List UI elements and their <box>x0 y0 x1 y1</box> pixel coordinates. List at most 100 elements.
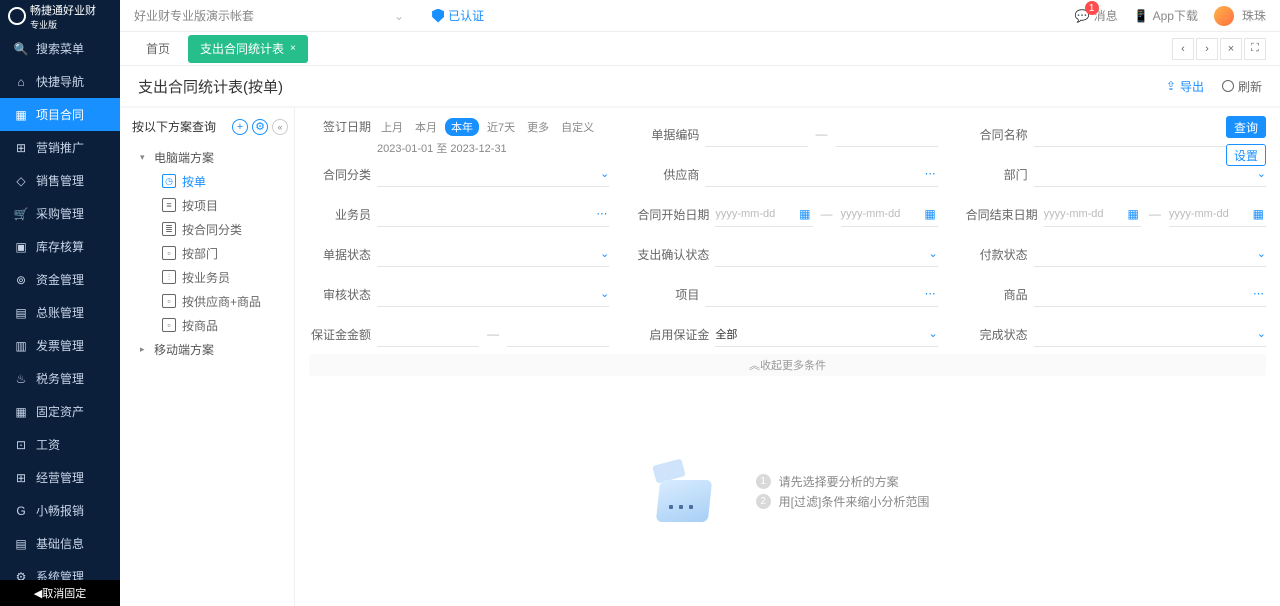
fullscreen-button[interactable]: ⛶ <box>1244 38 1266 60</box>
tree-item-bysupplierprod[interactable]: ▫按供应商+商品 <box>132 289 288 313</box>
doc-no-to-input[interactable] <box>836 121 938 147</box>
grid-icon: ▦ <box>14 108 28 122</box>
sidebar-item-marketing[interactable]: ⊞营销推广 <box>0 131 120 164</box>
refresh-button[interactable]: 刷新 <box>1222 78 1262 95</box>
sidebar-item-invoice[interactable]: ▥发票管理 <box>0 329 120 362</box>
chevron-down-icon: ⌄ <box>1257 247 1266 260</box>
start-date-from-input[interactable]: yyyy-mm-dd▦ <box>715 201 812 227</box>
tree-item-label: 按部门 <box>182 245 218 262</box>
query-button[interactable]: 查询 <box>1226 116 1266 138</box>
tab-next-button[interactable]: › <box>1196 38 1218 60</box>
tree-item-byproduct[interactable]: ▫按商品 <box>132 313 288 337</box>
field-label: 支出确认状态 <box>637 246 715 263</box>
field-label: 合同分类 <box>309 166 377 183</box>
sidebar-item-search[interactable]: 🔍搜索菜单 <box>0 32 120 65</box>
date-opt-more[interactable]: 更多 <box>523 118 553 136</box>
product-select[interactable]: ⋯ <box>1034 281 1266 307</box>
doc-no-from-input[interactable] <box>705 121 807 147</box>
sidebar-footer-label: 取消固定 <box>42 585 86 601</box>
date-quick-options: 上月 本月 本年 近7天 更多 自定义 2023-01-01 至 2023-12… <box>377 118 609 156</box>
date-opt-thismonth[interactable]: 本月 <box>411 118 441 136</box>
tip-text: 用[过滤]条件来缩小分析范围 <box>779 493 930 510</box>
sidebar-item-fixedasset[interactable]: ▦固定资产 <box>0 395 120 428</box>
sidebar-item-tax[interactable]: ♨税务管理 <box>0 362 120 395</box>
sidebar-item-label: 营销推广 <box>36 139 84 156</box>
supplier-select[interactable]: ⋯ <box>705 161 937 187</box>
tab-label: 支出合同统计表 <box>200 40 284 57</box>
date-range-display: 2023-01-01 至 2023-12-31 <box>377 140 609 156</box>
salesman-select[interactable]: ⋯ <box>377 201 609 227</box>
chevron-down-icon: ⌄ <box>1257 327 1266 340</box>
pay-status-select[interactable]: ⌄ <box>1034 241 1266 267</box>
tree-item-byproject[interactable]: ≡按项目 <box>132 193 288 217</box>
collapse-panel-button[interactable]: « <box>272 119 288 135</box>
doc-status-select[interactable]: ⌄ <box>377 241 609 267</box>
tab-prev-button[interactable]: ‹ <box>1172 38 1194 60</box>
sidebar-item-baseinfo[interactable]: ▤基础信息 <box>0 527 120 560</box>
start-date-to-input[interactable]: yyyy-mm-dd▦ <box>841 201 938 227</box>
sidebar-item-salary[interactable]: ⊡工资 <box>0 428 120 461</box>
settings-button[interactable]: 设置 <box>1226 144 1266 166</box>
tree-item-label: 按项目 <box>182 197 218 214</box>
tab-home[interactable]: 首页 <box>134 35 182 63</box>
export-button[interactable]: ⇪ 导出 <box>1166 78 1204 95</box>
end-date-to-input[interactable]: yyyy-mm-dd▦ <box>1169 201 1266 227</box>
sidebar-item-expense[interactable]: G小畅报销 <box>0 494 120 527</box>
query-form: 查询 设置 签订日期 上月 本月 本年 近7天 <box>295 108 1280 606</box>
sidebar-item-quick[interactable]: ⌂快捷导航 <box>0 65 120 98</box>
tree-group-pc[interactable]: ▾电脑端方案 <box>132 145 288 169</box>
end-date-from-input[interactable]: yyyy-mm-dd▦ <box>1044 201 1141 227</box>
collapse-conditions-button[interactable]: ︽ 收起更多条件 <box>309 354 1266 376</box>
tab-close-button[interactable]: × <box>1220 38 1242 60</box>
settings-scheme-button[interactable]: ⚙ <box>252 119 268 135</box>
account-selector[interactable]: 好业财专业版演示帐套 <box>134 7 254 24</box>
sidebar-item-purchase[interactable]: 🛒采购管理 <box>0 197 120 230</box>
messages-button[interactable]: 💬 1 消息 <box>1075 7 1118 24</box>
sidebar-item-ledger[interactable]: ▤总账管理 <box>0 296 120 329</box>
sidebar-item-inventory[interactable]: ▣库存核算 <box>0 230 120 263</box>
confirm-status-select[interactable]: ⌄ <box>715 241 937 267</box>
filter-panel: 按以下方案查询 + ⚙ « ▾电脑端方案 ◷按单 ≡按项目 ≣按合同分类 ▫按部… <box>120 108 295 606</box>
app-edition: 专业版 <box>30 18 96 31</box>
square-icon: ▫ <box>162 318 176 332</box>
sidebar-item-operation[interactable]: ⊞经营管理 <box>0 461 120 494</box>
tip-row: 1 请先选择要分析的方案 <box>756 473 930 490</box>
deposit-from-input[interactable] <box>377 321 479 347</box>
date-opt-last7[interactable]: 近7天 <box>483 118 519 136</box>
sidebar-item-funds[interactable]: ⊚资金管理 <box>0 263 120 296</box>
app-download-button[interactable]: 📱 App下载 <box>1134 7 1198 24</box>
project-select[interactable]: ⋯ <box>705 281 937 307</box>
app-dl-label: App下载 <box>1153 7 1198 24</box>
user-menu[interactable]: 珠珠 <box>1214 6 1266 26</box>
tree-item-bydoc[interactable]: ◷按单 <box>132 169 288 193</box>
refresh-label: 刷新 <box>1238 78 1262 95</box>
tab-active[interactable]: 支出合同统计表 × <box>188 35 308 63</box>
enable-deposit-select[interactable]: 全部⌄ <box>715 321 937 347</box>
diamond-icon: ◇ <box>14 174 28 188</box>
sidebar-item-system[interactable]: ⚙系统管理 <box>0 560 120 580</box>
date-opt-lastmonth[interactable]: 上月 <box>377 118 407 136</box>
tree-group-mobile[interactable]: ▸移动端方案 <box>132 337 288 361</box>
sidebar-unpin[interactable]: ◀ 取消固定 <box>0 580 120 606</box>
close-icon[interactable]: × <box>290 43 296 54</box>
tree-item-bycategory[interactable]: ≣按合同分类 <box>132 217 288 241</box>
sidebar-item-contract[interactable]: ▦项目合同 <box>0 98 120 131</box>
tree-item-label: 按供应商+商品 <box>182 293 261 310</box>
field-label: 合同名称 <box>966 126 1034 143</box>
tree-item-bysalesman[interactable]: ⫶按业务员 <box>132 265 288 289</box>
page-title: 支出合同统计表(按单) <box>138 76 283 97</box>
contract-cat-select[interactable]: ⌄ <box>377 161 609 187</box>
deposit-to-input[interactable] <box>507 321 609 347</box>
cart-icon: 🛒 <box>14 207 28 221</box>
tree-item-bydept[interactable]: ▫按部门 <box>132 241 288 265</box>
tip-number: 1 <box>756 474 771 489</box>
sidebar-item-label: 基础信息 <box>36 535 84 552</box>
calendar-icon: ▦ <box>924 207 935 221</box>
sidebar-item-sales[interactable]: ◇销售管理 <box>0 164 120 197</box>
add-scheme-button[interactable]: + <box>232 119 248 135</box>
complete-status-select[interactable]: ⌄ <box>1034 321 1266 347</box>
phone-icon: 📱 <box>1134 9 1149 23</box>
date-opt-thisyear[interactable]: 本年 <box>445 118 479 136</box>
audit-status-select[interactable]: ⌄ <box>377 281 609 307</box>
date-opt-custom[interactable]: 自定义 <box>557 118 598 136</box>
